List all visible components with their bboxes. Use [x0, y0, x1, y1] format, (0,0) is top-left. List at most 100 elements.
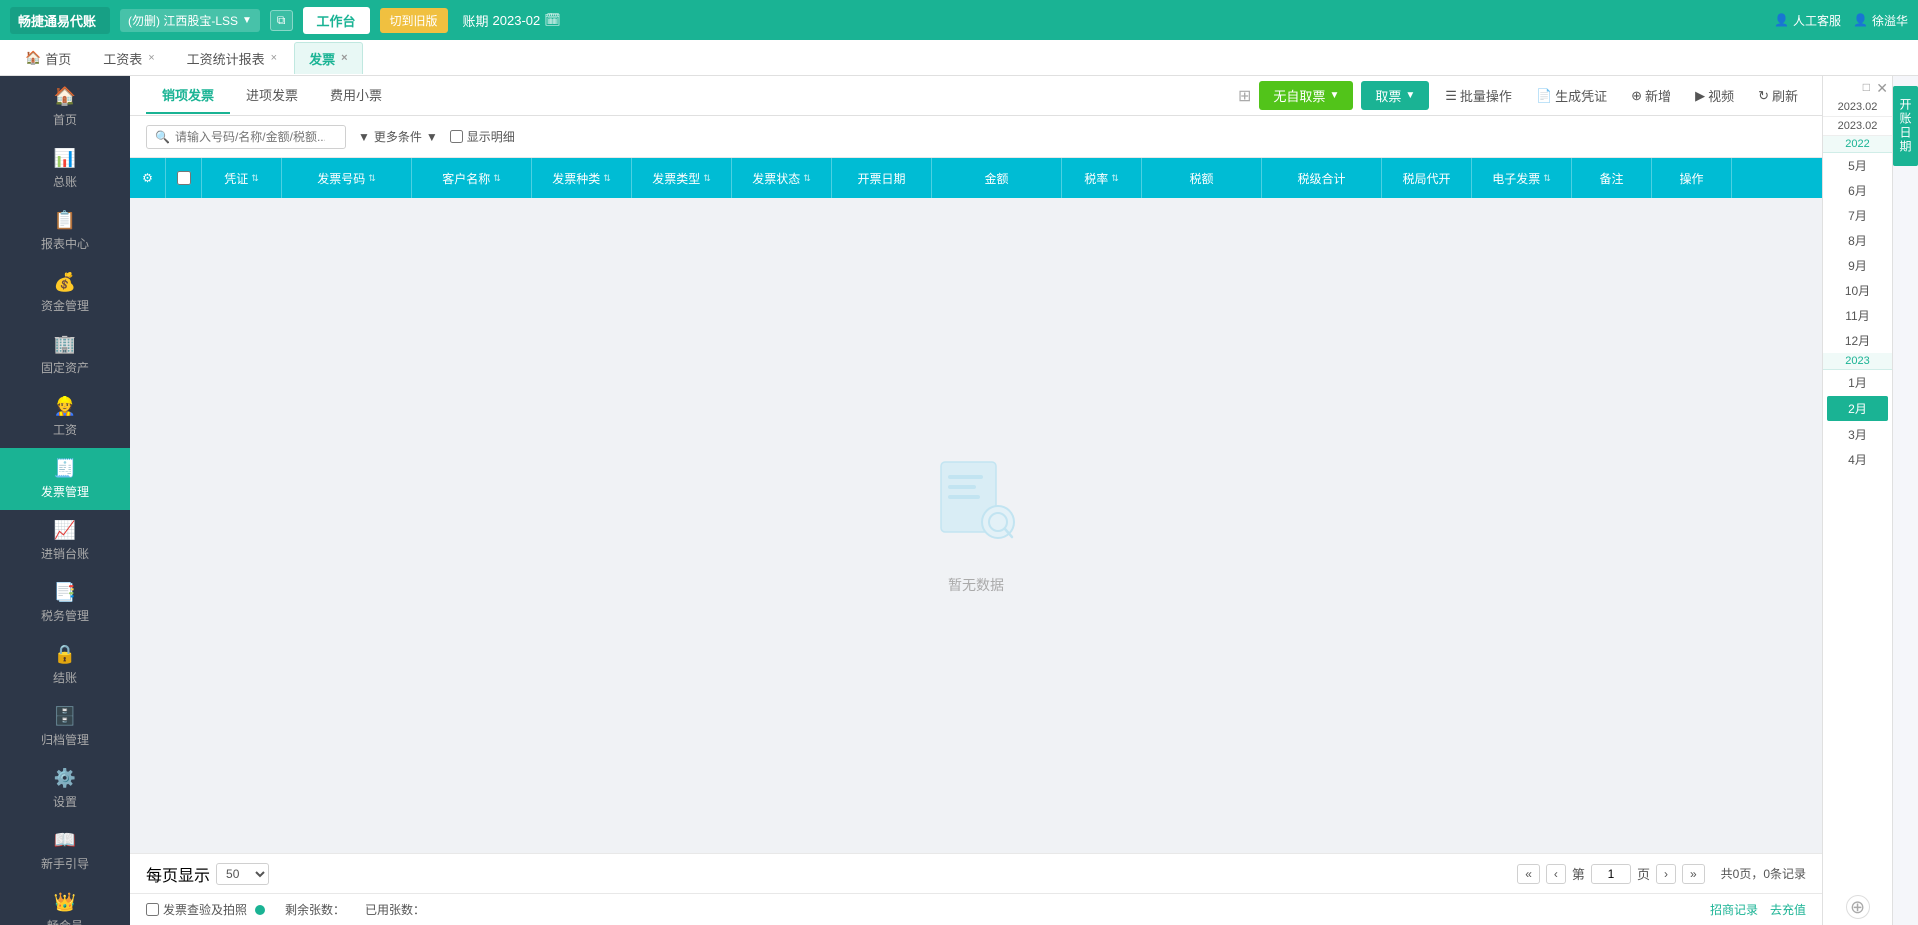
old-version-button[interactable]: 切到旧版 — [380, 8, 448, 33]
right-panel: □ ✕ 2023.02 2023.02 2022 5月 6月 7月 8月 9月 … — [1822, 76, 1892, 925]
tax-rate-sort-icon: ⇅ — [1111, 173, 1119, 184]
grid-icon: ⊞ — [1238, 86, 1251, 106]
month-2023-01[interactable]: 1月 — [1823, 370, 1892, 395]
tab-invoice[interactable]: 发票 × — [294, 42, 362, 74]
take-ticket-button[interactable]: 取票 ▼ — [1361, 81, 1429, 110]
sidebar-item-payroll[interactable]: 👷 工资 — [0, 386, 130, 448]
month-2022-11[interactable]: 11月 — [1823, 303, 1892, 328]
open-period-button[interactable]: 开账日期 — [1893, 86, 1918, 166]
tab-payroll-close[interactable]: × — [148, 52, 154, 64]
sub-tab-sales-invoice[interactable]: 销项发票 — [146, 77, 230, 114]
sub-tab-purchase-invoice[interactable]: 进项发票 — [230, 77, 314, 114]
new-button[interactable]: ⊕ 新增 — [1623, 82, 1679, 109]
generate-voucher-icon: 📄 — [1536, 88, 1552, 104]
work-table-button[interactable]: 工作台 — [303, 7, 370, 34]
guide-icon: 📖 — [54, 830, 76, 851]
th-invoice-no[interactable]: 发票号码 ⇅ — [282, 158, 412, 198]
month-2022-07[interactable]: 7月 — [1823, 203, 1892, 228]
sidebar-item-finance[interactable]: 💰 资金管理 — [0, 262, 130, 324]
recharge-record-link[interactable]: 招商记录 — [1710, 901, 1758, 918]
month-2022-10[interactable]: 10月 — [1823, 278, 1892, 303]
batch-ops-button[interactable]: ☰ 批量操作 — [1437, 82, 1520, 109]
panel-expand-icon[interactable]: ⊕ — [1846, 895, 1870, 919]
inv-type-sort-icon: ⇅ — [603, 173, 611, 184]
top-bar-right: 👤 人工客服 👤 徐溢华 — [1774, 12, 1908, 29]
sidebar-item-ledger[interactable]: 📊 总账 — [0, 138, 130, 200]
sidebar-item-invoice-mgmt[interactable]: 🧾 发票管理 — [0, 448, 130, 510]
th-tax-rate[interactable]: 税率 ⇅ — [1062, 158, 1142, 198]
current-page-input[interactable] — [1591, 864, 1631, 884]
search-icon: 🔍 — [155, 130, 170, 144]
search-box[interactable]: 🔍 — [146, 125, 346, 149]
sidebar-item-close[interactable]: 🔒 结账 — [0, 634, 130, 696]
no-ticket-button[interactable]: 无自取票 ▼ — [1259, 81, 1353, 110]
show-detail-checkbox-label[interactable]: 显示明细 — [450, 128, 515, 145]
month-2023-02[interactable]: 2月 — [1827, 396, 1888, 421]
th-inv-status[interactable]: 发票状态 ⇅ — [732, 158, 832, 198]
month-2022-06[interactable]: 6月 — [1823, 178, 1892, 203]
sidebar-item-archive[interactable]: 🗄️ 归档管理 — [0, 696, 130, 758]
video-button[interactable]: ▶ 视频 — [1687, 82, 1742, 109]
th-e-invoice[interactable]: 电子发票 ⇅ — [1472, 158, 1572, 198]
month-2023-04[interactable]: 4月 — [1823, 447, 1892, 472]
sidebar-invoice-mgmt-label: 发票管理 — [41, 483, 89, 500]
company-selector[interactable]: (勿删) 江西股宝-LSS ▼ — [120, 9, 260, 32]
customer-service[interactable]: 👤 人工客服 — [1774, 12, 1841, 29]
take-ticket-arrow: ▼ — [1405, 90, 1415, 101]
sidebar-item-guide[interactable]: 📖 新手引导 — [0, 820, 130, 882]
page-size-select[interactable]: 20 50 100 — [216, 863, 269, 885]
month-2022-05[interactable]: 5月 — [1823, 153, 1892, 178]
remaining-label: 剩余张数： — [285, 901, 345, 918]
sidebar-item-tax[interactable]: 📑 税务管理 — [0, 572, 130, 634]
th-inv-type[interactable]: 发票种类 ⇅ — [532, 158, 632, 198]
tab-payroll-stat[interactable]: 工资统计报表 × — [172, 42, 292, 74]
sub-tab-expense-ticket[interactable]: 费用小票 — [314, 77, 398, 114]
prev-page-button[interactable]: ‹ — [1546, 864, 1566, 884]
search-input[interactable] — [175, 130, 325, 144]
total-info: 共0页，0条记录 — [1721, 865, 1806, 882]
th-select-all-checkbox[interactable] — [177, 171, 191, 185]
sidebar-item-home[interactable]: 🏠 首页 — [0, 76, 130, 138]
more-filter-button[interactable]: ▼ 更多条件 ▼ — [358, 128, 438, 145]
period-date-row-2[interactable]: 2023.02 — [1823, 117, 1892, 136]
close-panel-button[interactable]: ✕ — [1872, 76, 1892, 101]
verify-check-label[interactable]: 发票查验及拍照 — [146, 901, 265, 918]
month-2022-12[interactable]: 12月 — [1823, 328, 1892, 353]
show-detail-checkbox[interactable] — [450, 130, 463, 143]
last-page-button[interactable]: » — [1682, 864, 1705, 884]
th-inv-category[interactable]: 发票类型 ⇅ — [632, 158, 732, 198]
sidebar: 🏠 首页 📊 总账 📋 报表中心 💰 资金管理 🏢 固定资产 👷 工资 🧾 发票… — [0, 76, 130, 925]
refresh-button[interactable]: ↻ 刷新 — [1750, 82, 1806, 109]
month-2022-08[interactable]: 8月 — [1823, 228, 1892, 253]
sidebar-item-assets[interactable]: 🏢 固定资产 — [0, 324, 130, 386]
th-checkbox[interactable] — [166, 158, 202, 198]
tab-invoice-close[interactable]: × — [341, 52, 347, 64]
sidebar-item-settings[interactable]: ⚙️ 设置 — [0, 758, 130, 820]
tab-home[interactable]: 🏠 首页 — [10, 42, 86, 74]
th-settings[interactable]: ⚙ — [130, 158, 166, 198]
go-recharge-link[interactable]: 去充值 — [1770, 901, 1806, 918]
tab-invoice-label: 发票 — [309, 49, 335, 68]
tab-payroll[interactable]: 工资表 × — [88, 42, 169, 74]
sidebar-ledger-label: 总账 — [53, 173, 77, 190]
voucher-sort-icon: ⇅ — [251, 173, 259, 184]
logo: 畅捷通易代账 — [10, 7, 110, 34]
verify-checkbox[interactable] — [146, 903, 159, 916]
user-avatar[interactable]: 👤 徐溢华 — [1853, 12, 1908, 29]
th-customer[interactable]: 客户名称 ⇅ — [412, 158, 532, 198]
month-2022-09[interactable]: 9月 — [1823, 253, 1892, 278]
th-tax-total: 税级合计 — [1262, 158, 1382, 198]
generate-voucher-button[interactable]: 📄 生成凭证 — [1528, 82, 1615, 109]
sidebar-item-sales-ledger[interactable]: 📈 进销台账 — [0, 510, 130, 572]
th-remark: 备注 — [1572, 158, 1652, 198]
next-page-button[interactable]: › — [1656, 864, 1676, 884]
copy-button[interactable]: ⧉ — [270, 10, 293, 31]
sidebar-item-member[interactable]: 👑 畅会员 — [0, 882, 130, 925]
month-2023-03[interactable]: 3月 — [1823, 422, 1892, 447]
payroll-icon: 👷 — [54, 396, 76, 417]
sidebar-payroll-label: 工资 — [53, 421, 77, 438]
first-page-button[interactable]: « — [1517, 864, 1540, 884]
th-voucher[interactable]: 凭证 ⇅ — [202, 158, 282, 198]
tab-payroll-stat-close[interactable]: × — [271, 52, 277, 64]
sidebar-item-reports[interactable]: 📋 报表中心 — [0, 200, 130, 262]
